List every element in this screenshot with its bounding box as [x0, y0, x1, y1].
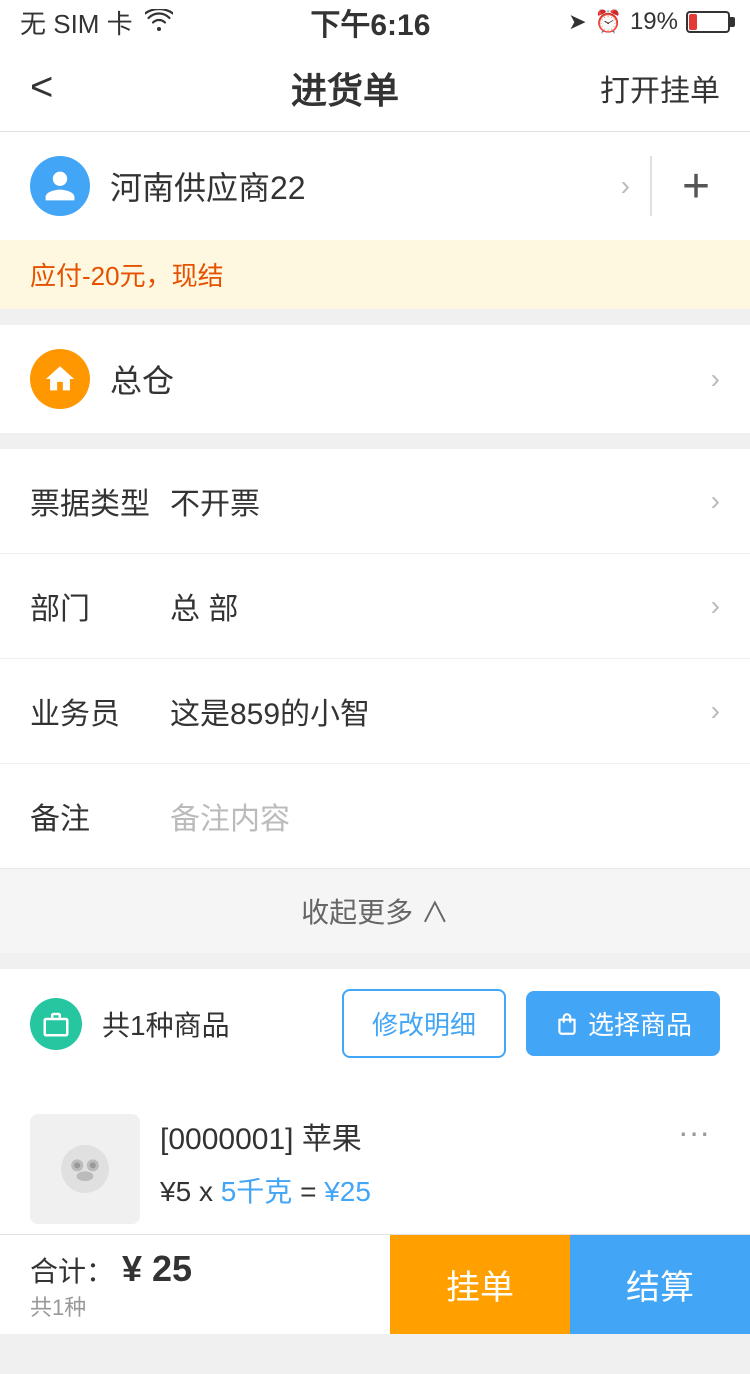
- checkout-button[interactable]: 结算: [570, 1235, 750, 1334]
- warehouse-chevron-icon: ›: [711, 363, 720, 395]
- invoice-label: 票据类型: [30, 479, 170, 523]
- product-more-button[interactable]: ···: [668, 1114, 720, 1151]
- supplier-name: 河南供应商22: [110, 163, 621, 209]
- select-product-button[interactable]: 选择商品: [526, 991, 720, 1056]
- department-row[interactable]: 部门 总 部 ›: [0, 554, 750, 659]
- price-separator: x: [199, 1176, 221, 1207]
- status-time: 下午6:16: [310, 0, 430, 44]
- salesperson-value: 这是859的小智: [170, 689, 711, 733]
- department-label: 部门: [30, 584, 170, 628]
- form-card: 票据类型 不开票 › 部门 总 部 › 业务员 这是859的小智 › 备注 备注…: [0, 449, 750, 953]
- collapse-bar[interactable]: 收起更多 ∧: [0, 868, 750, 953]
- unit-price: ¥5: [160, 1176, 191, 1207]
- invoice-chevron-icon: ›: [711, 485, 720, 517]
- supplier-chevron-icon: ›: [621, 170, 630, 202]
- remark-label: 备注: [30, 794, 170, 838]
- product-code: [0000001]: [160, 1123, 293, 1156]
- product-total: ¥25: [324, 1176, 371, 1207]
- status-left: 无 SIM 卡: [20, 4, 173, 41]
- department-value: 总 部: [170, 584, 711, 628]
- products-card: 共1种商品 修改明细 选择商品: [0, 969, 750, 1248]
- back-button[interactable]: <: [30, 65, 90, 110]
- battery-percent: 19%: [630, 8, 678, 36]
- remark-input[interactable]: 备注内容: [170, 794, 720, 838]
- equals-sign: =: [300, 1176, 324, 1207]
- open-suspend-button[interactable]: 打开挂单: [600, 66, 720, 110]
- warehouse-name: 总仓: [110, 356, 711, 402]
- add-supplier-button[interactable]: +: [672, 159, 720, 214]
- product-price: ¥5 x 5千克 = ¥25: [160, 1170, 648, 1210]
- status-right: ➤ ⏰ 19%: [568, 8, 730, 36]
- product-name: [0000001] 苹果: [160, 1114, 648, 1158]
- supplier-avatar: [30, 156, 90, 216]
- product-thumbnail: [30, 1114, 140, 1224]
- invoice-value: 不开票: [170, 479, 711, 523]
- salesperson-chevron-icon: ›: [711, 695, 720, 727]
- products-header: 共1种商品 修改明细 选择商品: [0, 969, 750, 1078]
- remark-row[interactable]: 备注 备注内容: [0, 764, 750, 868]
- supplier-card: 河南供应商22 › + 应付-20元，现结: [0, 132, 750, 309]
- salesperson-row[interactable]: 业务员 这是859的小智 ›: [0, 659, 750, 764]
- product-name-text: 苹果: [302, 1123, 362, 1156]
- invoice-type-row[interactable]: 票据类型 不开票 ›: [0, 449, 750, 554]
- location-icon: ➤: [568, 9, 586, 35]
- content-area: 河南供应商22 › + 应付-20元，现结 总仓 › 票据类型 不开票 › 部门…: [0, 132, 750, 1374]
- battery-icon: [686, 11, 730, 33]
- product-qty: 5千克: [221, 1176, 293, 1207]
- wifi-icon: [145, 7, 173, 38]
- products-icon: [30, 998, 82, 1050]
- alarm-icon: ⏰: [595, 9, 622, 35]
- select-product-label: 选择商品: [588, 1005, 692, 1042]
- total-amount: ¥ 25: [122, 1248, 192, 1290]
- nav-bar: < 进货单 打开挂单: [0, 44, 750, 132]
- suspend-button[interactable]: 挂单: [390, 1235, 570, 1334]
- supplier-row[interactable]: 河南供应商22 › +: [0, 132, 750, 240]
- department-chevron-icon: ›: [711, 590, 720, 622]
- carrier-label: 无 SIM 卡: [20, 4, 133, 41]
- salesperson-label: 业务员: [30, 689, 170, 733]
- supplier-divider: [650, 156, 652, 216]
- status-bar: 无 SIM 卡 下午6:16 ➤ ⏰ 19%: [0, 0, 750, 44]
- bottom-bar: 合计： ¥ 25 共1种 挂单 结算: [0, 1234, 750, 1334]
- warehouse-card: 总仓 ›: [0, 325, 750, 433]
- warehouse-row[interactable]: 总仓 ›: [0, 325, 750, 433]
- total-section: 合计： ¥ 25 共1种: [0, 1235, 390, 1334]
- edit-detail-button[interactable]: 修改明细: [342, 989, 506, 1058]
- supplier-notice: 应付-20元，现结: [0, 240, 750, 309]
- total-label: 合计：: [30, 1250, 114, 1290]
- warehouse-icon: [30, 349, 90, 409]
- product-item: [0000001] 苹果 ¥5 x 5千克 = ¥25 ···: [0, 1090, 750, 1248]
- page-title: 进货单: [291, 62, 399, 114]
- products-count: 共1种商品: [102, 1004, 322, 1044]
- total-count: 共1种: [30, 1290, 360, 1322]
- product-info: [0000001] 苹果 ¥5 x 5千克 = ¥25: [160, 1114, 648, 1210]
